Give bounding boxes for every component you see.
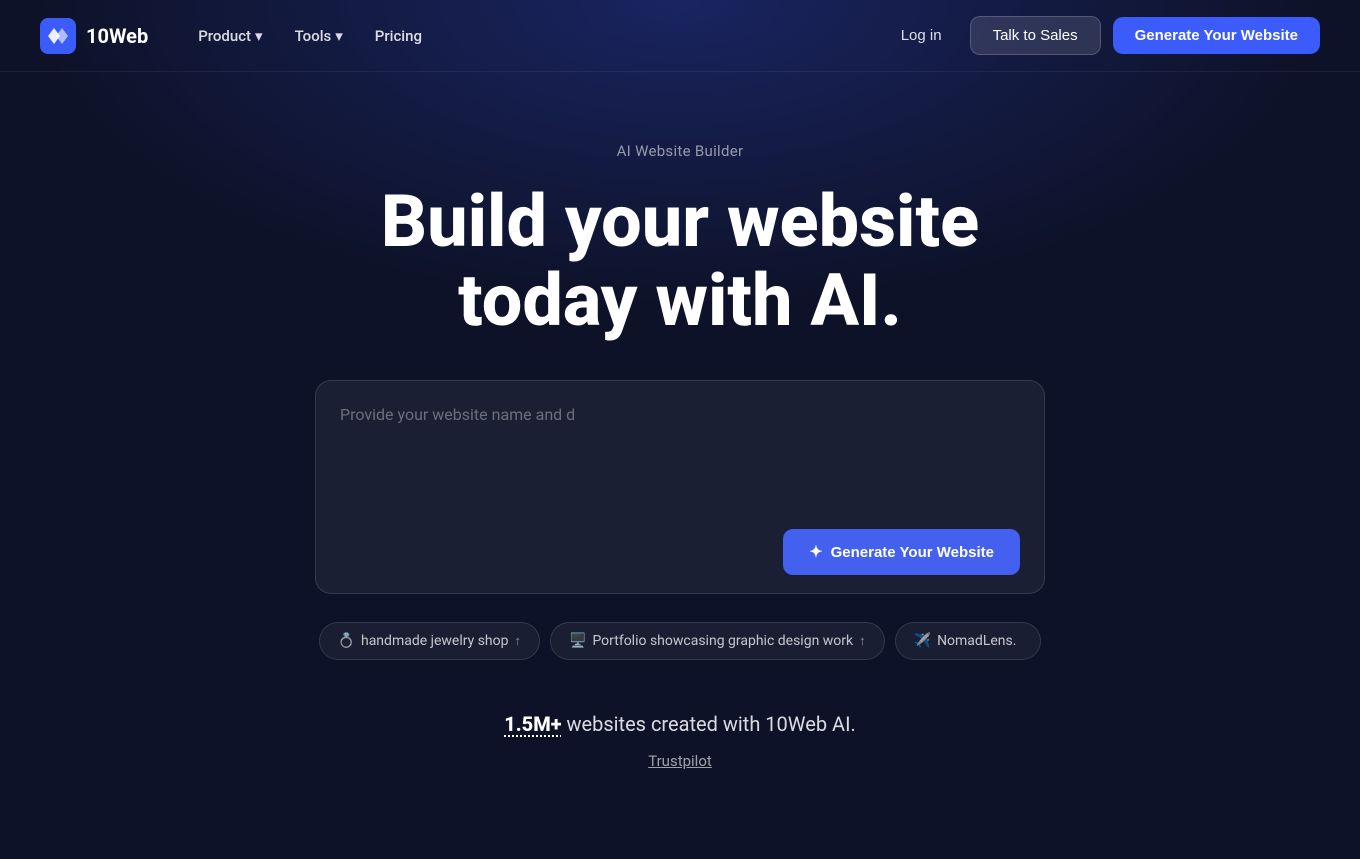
pill-emoji-0: 💍 bbox=[338, 633, 355, 649]
website-description-textarea[interactable] bbox=[340, 403, 1020, 513]
hero-title: Build your website today with AI. bbox=[381, 182, 979, 340]
pill-arrow-1: ↑ bbox=[859, 633, 866, 649]
generate-website-main-button[interactable]: ✦ Generate Your Website bbox=[783, 529, 1020, 575]
nav-product[interactable]: Product ▾ bbox=[184, 19, 276, 53]
pill-arrow-0: ↑ bbox=[515, 633, 522, 649]
login-button[interactable]: Log in bbox=[885, 19, 958, 52]
suggestion-pill-1[interactable]: 🖥️ Portfolio showcasing graphic design w… bbox=[550, 622, 885, 660]
pill-text-0: handmade jewelry shop bbox=[361, 633, 509, 649]
pill-emoji-2: ✈️ bbox=[914, 633, 931, 649]
stats-number: 1.5M+ bbox=[504, 712, 561, 736]
logo[interactable]: 10Web bbox=[40, 18, 148, 54]
website-input-box: ✦ Generate Your Website bbox=[315, 380, 1045, 594]
trustpilot-link[interactable]: Trustpilot bbox=[648, 752, 712, 770]
nav-links: Product ▾ Tools ▾ Pricing bbox=[184, 19, 436, 53]
stats-text: 1.5M+ websites created with 10Web AI. bbox=[504, 712, 856, 736]
suggestion-pills: 💍 handmade jewelry shop ↑ 🖥️ Portfolio s… bbox=[20, 622, 1340, 660]
suggestion-pill-2[interactable]: ✈️ NomadLens. bbox=[895, 622, 1042, 660]
suggestion-pill-0[interactable]: 💍 handmade jewelry shop ↑ bbox=[319, 622, 540, 660]
hero-badge: AI Website Builder bbox=[617, 142, 744, 160]
chevron-down-icon: ▾ bbox=[335, 27, 343, 45]
nav-pricing[interactable]: Pricing bbox=[361, 19, 436, 53]
nav-left: 10Web Product ▾ Tools ▾ Pricing bbox=[40, 18, 436, 54]
nav-right: Log in Talk to Sales Generate Your Websi… bbox=[885, 16, 1320, 55]
input-footer: ✦ Generate Your Website bbox=[340, 529, 1020, 575]
logo-text: 10Web bbox=[86, 24, 148, 48]
nav-tools[interactable]: Tools ▾ bbox=[281, 19, 357, 53]
talk-to-sales-button[interactable]: Talk to Sales bbox=[970, 16, 1101, 55]
stats-section: 1.5M+ websites created with 10Web AI. Tr… bbox=[504, 712, 856, 770]
chevron-down-icon: ▾ bbox=[255, 27, 263, 45]
generate-website-nav-button[interactable]: Generate Your Website bbox=[1113, 17, 1320, 54]
navbar: 10Web Product ▾ Tools ▾ Pricing Log in T… bbox=[0, 0, 1360, 72]
hero-section: AI Website Builder Build your website to… bbox=[0, 72, 1360, 770]
sparkle-icon: ✦ bbox=[809, 542, 822, 562]
pill-text-1: Portfolio showcasing graphic design work bbox=[592, 633, 853, 649]
pill-emoji-1: 🖥️ bbox=[569, 633, 586, 649]
pill-text-2: NomadLens. bbox=[937, 633, 1016, 649]
